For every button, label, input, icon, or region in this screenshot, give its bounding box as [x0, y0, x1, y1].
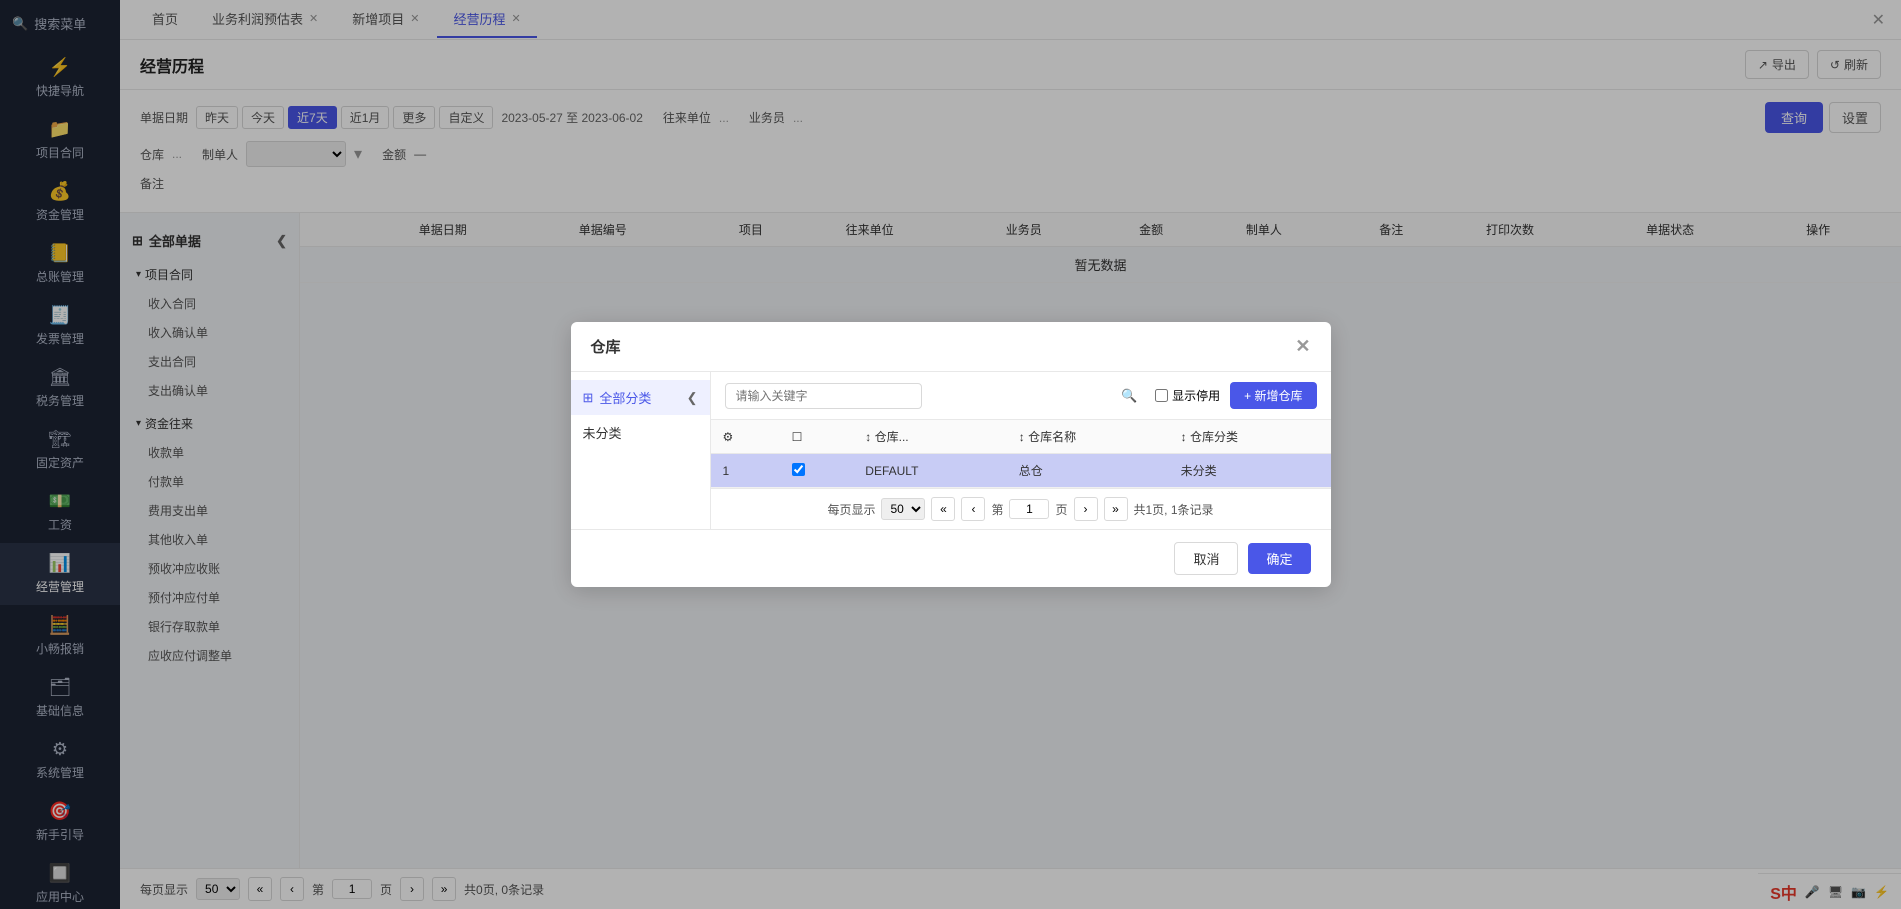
modal-left-panel: ⊞ 全部分类 ❮ 未分类 — [571, 372, 711, 529]
show-disabled-checkbox-label[interactable]: 显示停用 — [1155, 387, 1220, 404]
modal-th-3: ↕ 仓库名称 — [1007, 420, 1169, 454]
show-disabled-checkbox[interactable] — [1155, 389, 1168, 402]
modal-prev-page[interactable]: ‹ — [961, 497, 985, 521]
modal-table-wrap: ⚙☐↕ 仓库...↕ 仓库名称↕ 仓库分类 1 DEFAULT 总仓 未分类 — [711, 420, 1331, 488]
modal-pagination: 每页显示 50 « ‹ 第 页 › » 共1页, 1条记录 — [711, 488, 1331, 529]
modal-right-panel: 🔍 显示停用 + 新增仓库 ⚙☐↕ 仓库...↕ 仓库名称↕ 仓库分类 1 — [711, 372, 1331, 529]
modal-toolbar: 🔍 显示停用 + 新增仓库 — [711, 372, 1331, 420]
modal-left-unclassified[interactable]: 未分类 — [571, 415, 710, 450]
modal-close-btn[interactable]: ✕ — [1295, 336, 1310, 357]
modal-header: 仓库 ✕ — [571, 322, 1331, 372]
warehouse-row[interactable]: 1 DEFAULT 总仓 未分类 — [711, 454, 1331, 488]
modal-last-page[interactable]: » — [1104, 497, 1128, 521]
row-checkbox[interactable] — [780, 454, 854, 488]
row-code: DEFAULT — [853, 454, 1006, 488]
grid-icon: ⊞ — [583, 390, 594, 406]
modal-actions: 取消 确定 — [571, 529, 1331, 587]
modal-body: ⊞ 全部分类 ❮ 未分类 🔍 显示停用 — [571, 372, 1331, 529]
add-warehouse-btn[interactable]: + 新增仓库 — [1230, 382, 1316, 409]
row-category: 未分类 — [1169, 454, 1331, 488]
modal-next-page[interactable]: › — [1074, 497, 1098, 521]
row-index: 1 — [711, 454, 780, 488]
warehouse-table: ⚙☐↕ 仓库...↕ 仓库名称↕ 仓库分类 1 DEFAULT 总仓 未分类 — [711, 420, 1331, 488]
modal-th-1: ☐ — [780, 420, 854, 454]
confirm-button[interactable]: 确定 — [1248, 543, 1310, 574]
search-wrap: 🔍 — [725, 383, 1146, 409]
cancel-button[interactable]: 取消 — [1174, 542, 1238, 575]
modal-title: 仓库 — [591, 336, 621, 357]
modal-th-0: ⚙ — [711, 420, 780, 454]
modal-page-input[interactable] — [1009, 499, 1049, 519]
warehouse-modal: 仓库 ✕ ⊞ 全部分类 ❮ 未分类 🔍 — [571, 322, 1331, 587]
modal-th-4: ↕ 仓库分类 — [1169, 420, 1331, 454]
search-icon[interactable]: 🔍 — [1121, 388, 1137, 404]
modal-left-all[interactable]: ⊞ 全部分类 ❮ — [571, 380, 710, 415]
modal-th-2: ↕ 仓库... — [853, 420, 1006, 454]
modal-first-page[interactable]: « — [931, 497, 955, 521]
warehouse-search-input[interactable] — [725, 383, 922, 409]
row-name: 总仓 — [1007, 454, 1169, 488]
modal-overlay: 仓库 ✕ ⊞ 全部分类 ❮ 未分类 🔍 — [0, 0, 1901, 909]
modal-page-size-select[interactable]: 50 — [881, 498, 925, 520]
modal-left-collapse[interactable]: ❮ — [687, 390, 698, 406]
